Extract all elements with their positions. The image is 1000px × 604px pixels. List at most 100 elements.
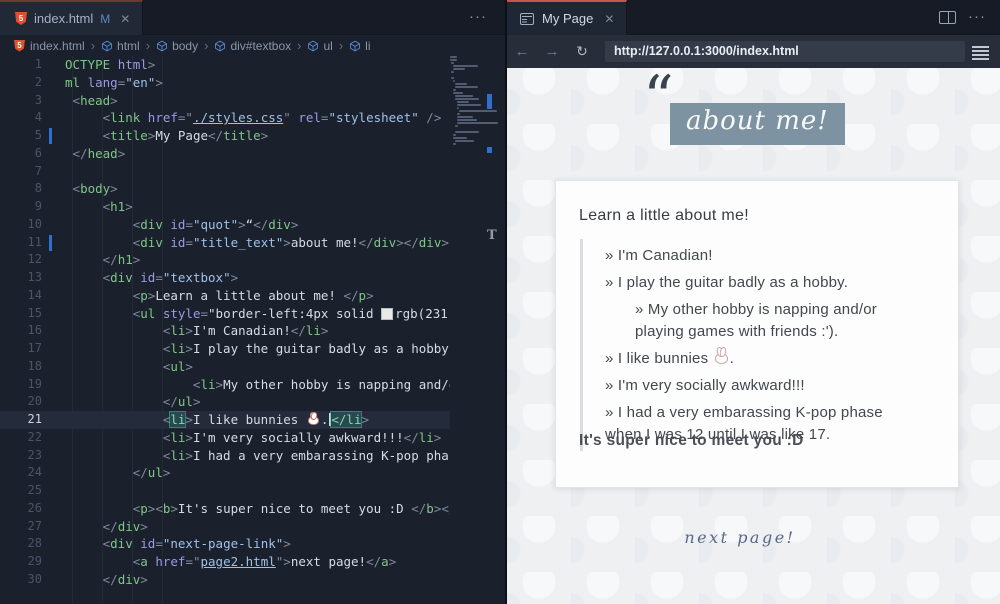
color-swatch — [382, 309, 392, 319]
code-line[interactable]: 10 <div id="quot">“</div> — [0, 216, 450, 234]
code-line[interactable]: 19 <li>My other hobby is napping and/or … — [0, 376, 450, 394]
minimap-line — [455, 131, 479, 133]
minimap-line — [453, 65, 478, 67]
code-line[interactable]: 24 </ul> — [0, 464, 450, 482]
breadcrumb-symbols: ›html›body›div#textbox›ul›li — [90, 38, 371, 53]
code-line[interactable]: 9 <h1> — [0, 198, 450, 216]
list-marker: » — [605, 274, 618, 291]
minimap-line — [453, 143, 456, 145]
code-line[interactable]: 28 <div id="next-page-link"> — [0, 535, 450, 553]
minimap[interactable]: T — [450, 56, 503, 604]
code-line[interactable]: 5 <title>My Page</title> — [0, 127, 450, 145]
breadcrumb-separator-icon: › — [204, 38, 208, 53]
split-editor-icon[interactable] — [939, 11, 956, 24]
code-line[interactable]: 7 — [0, 163, 450, 181]
list-marker: » — [605, 350, 618, 367]
minimap-line — [453, 92, 463, 94]
code-line[interactable]: 2ml lang="en"> — [0, 74, 450, 92]
line-number: 17 — [0, 340, 42, 358]
next-page-link[interactable]: next page! — [507, 528, 973, 547]
code-editor[interactable]: 1OCTYPE html>2ml lang="en">3 <head>4 <li… — [0, 56, 450, 604]
line-number: 30 — [0, 571, 42, 589]
line-number: 1 — [0, 56, 42, 74]
breadcrumb-item[interactable]: html — [101, 39, 140, 53]
breadcrumb-item[interactable]: li — [349, 39, 370, 53]
minimap-line — [451, 77, 454, 79]
symbol-cube-icon — [101, 40, 113, 52]
minimap-line — [450, 56, 457, 58]
reload-button[interactable]: ↻ — [567, 43, 597, 60]
code-line[interactable]: 30 </div> — [0, 571, 450, 589]
code-line[interactable]: 27 </div> — [0, 518, 450, 536]
line-number: 29 — [0, 553, 42, 571]
browser-menu-icon[interactable] — [972, 46, 989, 60]
line-number: 5 — [0, 127, 42, 145]
minimap-line — [457, 107, 459, 109]
forward-button[interactable]: → — [537, 43, 567, 60]
simple-browser-pane: My Page ✕ ··· ← → ↻ http://127.0.0.1:300… — [505, 0, 1000, 604]
list-item: » My other hobby is napping and/or playi… — [635, 299, 895, 343]
code-line[interactable]: 22 <li>I'm very socially awkward!!!</li> — [0, 429, 450, 447]
vscode-window: 5 index.html M ✕ ··· 5 index.html › html ›… — [0, 0, 1000, 604]
code-line[interactable]: 13 <div id="textbox"> — [0, 269, 450, 287]
tab-my-page[interactable]: My Page ✕ — [507, 0, 627, 35]
line-number: 16 — [0, 322, 42, 340]
symbol-cube-icon — [349, 40, 361, 52]
browser-preview-icon — [520, 13, 534, 25]
tab-title: My Page — [542, 11, 593, 26]
line-number: 19 — [0, 376, 42, 394]
line-number: 8 — [0, 180, 42, 198]
code-line[interactable]: 18 <ul> — [0, 358, 450, 376]
list-item: » I play the guitar badly as a hobby. — [605, 272, 905, 294]
back-button[interactable]: ← — [507, 43, 537, 60]
breadcrumb-item[interactable]: ul — [307, 39, 332, 53]
minimap-lines — [450, 56, 503, 145]
code-line[interactable]: 1OCTYPE html> — [0, 56, 450, 74]
editor-pane: 5 index.html M ✕ ··· 5 index.html › html ›… — [0, 0, 505, 604]
close-tab-icon[interactable]: ✕ — [604, 12, 614, 26]
about-list: » I'm Canadian!» I play the guitar badly… — [580, 239, 938, 451]
tab-index-html[interactable]: 5 index.html M ✕ — [0, 0, 143, 35]
code-line[interactable]: 14 <p>Learn a little about me! </p> — [0, 287, 450, 305]
breadcrumb-item[interactable]: div#textbox — [214, 39, 291, 53]
code-line[interactable]: 23 <li>I had a very embarassing K-pop ph… — [0, 447, 450, 465]
code-line[interactable]: 29 <a href="page2.html">next page!</a> — [0, 553, 450, 571]
list-item: » I like bunnies . — [605, 348, 905, 370]
code-line[interactable]: 11 <div id="title_text">about me!</div><… — [0, 234, 450, 252]
code-line[interactable]: 16 <li>I'm Canadian!</li> — [0, 322, 450, 340]
line-number: 18 — [0, 358, 42, 376]
line-number: 2 — [0, 74, 42, 92]
code-line[interactable]: 8 <body> — [0, 180, 450, 198]
line-number: 3 — [0, 92, 42, 110]
line-number: 13 — [0, 269, 42, 287]
code-line[interactable]: 25 — [0, 482, 450, 500]
url-input[interactable]: http://127.0.0.1:3000/index.html — [605, 41, 965, 62]
code-line[interactable]: 17 <li>I play the guitar badly as a hobb… — [0, 340, 450, 358]
quote-mark: “ — [643, 68, 674, 128]
list-marker: » — [605, 247, 618, 264]
minimap-line — [451, 62, 454, 64]
editor-more-actions-icon[interactable]: ··· — [469, 8, 487, 25]
code-line[interactable]: 26 <p><b>It's super nice to meet you :D … — [0, 500, 450, 518]
line-number: 23 — [0, 447, 42, 465]
page-title: about me! — [670, 103, 845, 145]
code-line[interactable]: 4 <link href="./styles.css" rel="stylesh… — [0, 109, 450, 127]
code-line[interactable]: 6 </head> — [0, 145, 450, 163]
code-lines: 1OCTYPE html>2ml lang="en">3 <head>4 <li… — [0, 56, 450, 589]
code-line[interactable]: 12 </h1> — [0, 251, 450, 269]
line-number: 27 — [0, 518, 42, 536]
code-line[interactable]: 3 <head> — [0, 92, 450, 110]
browser-nav-bar: ← → ↻ http://127.0.0.1:3000/index.html — [507, 35, 1000, 68]
breadcrumb-file[interactable]: index.html — [30, 39, 85, 53]
code-line[interactable]: 15 <ul style="border-left:4px solid rgb(… — [0, 305, 450, 323]
about-card: Learn a little about me! » I'm Canadian!… — [555, 180, 959, 488]
minimap-line — [455, 125, 458, 127]
code-line[interactable]: 20 </ul> — [0, 393, 450, 411]
close-tab-icon[interactable]: ✕ — [120, 12, 130, 26]
browser-more-actions-icon[interactable]: ··· — [968, 8, 986, 25]
breadcrumb-separator-icon: › — [339, 38, 343, 53]
code-line[interactable]: 21 <li>I like bunnies .</li> — [0, 411, 450, 429]
minimap-line — [450, 59, 457, 61]
breadcrumb-item[interactable]: body — [156, 39, 198, 53]
minimap-modified-mark — [487, 94, 492, 109]
